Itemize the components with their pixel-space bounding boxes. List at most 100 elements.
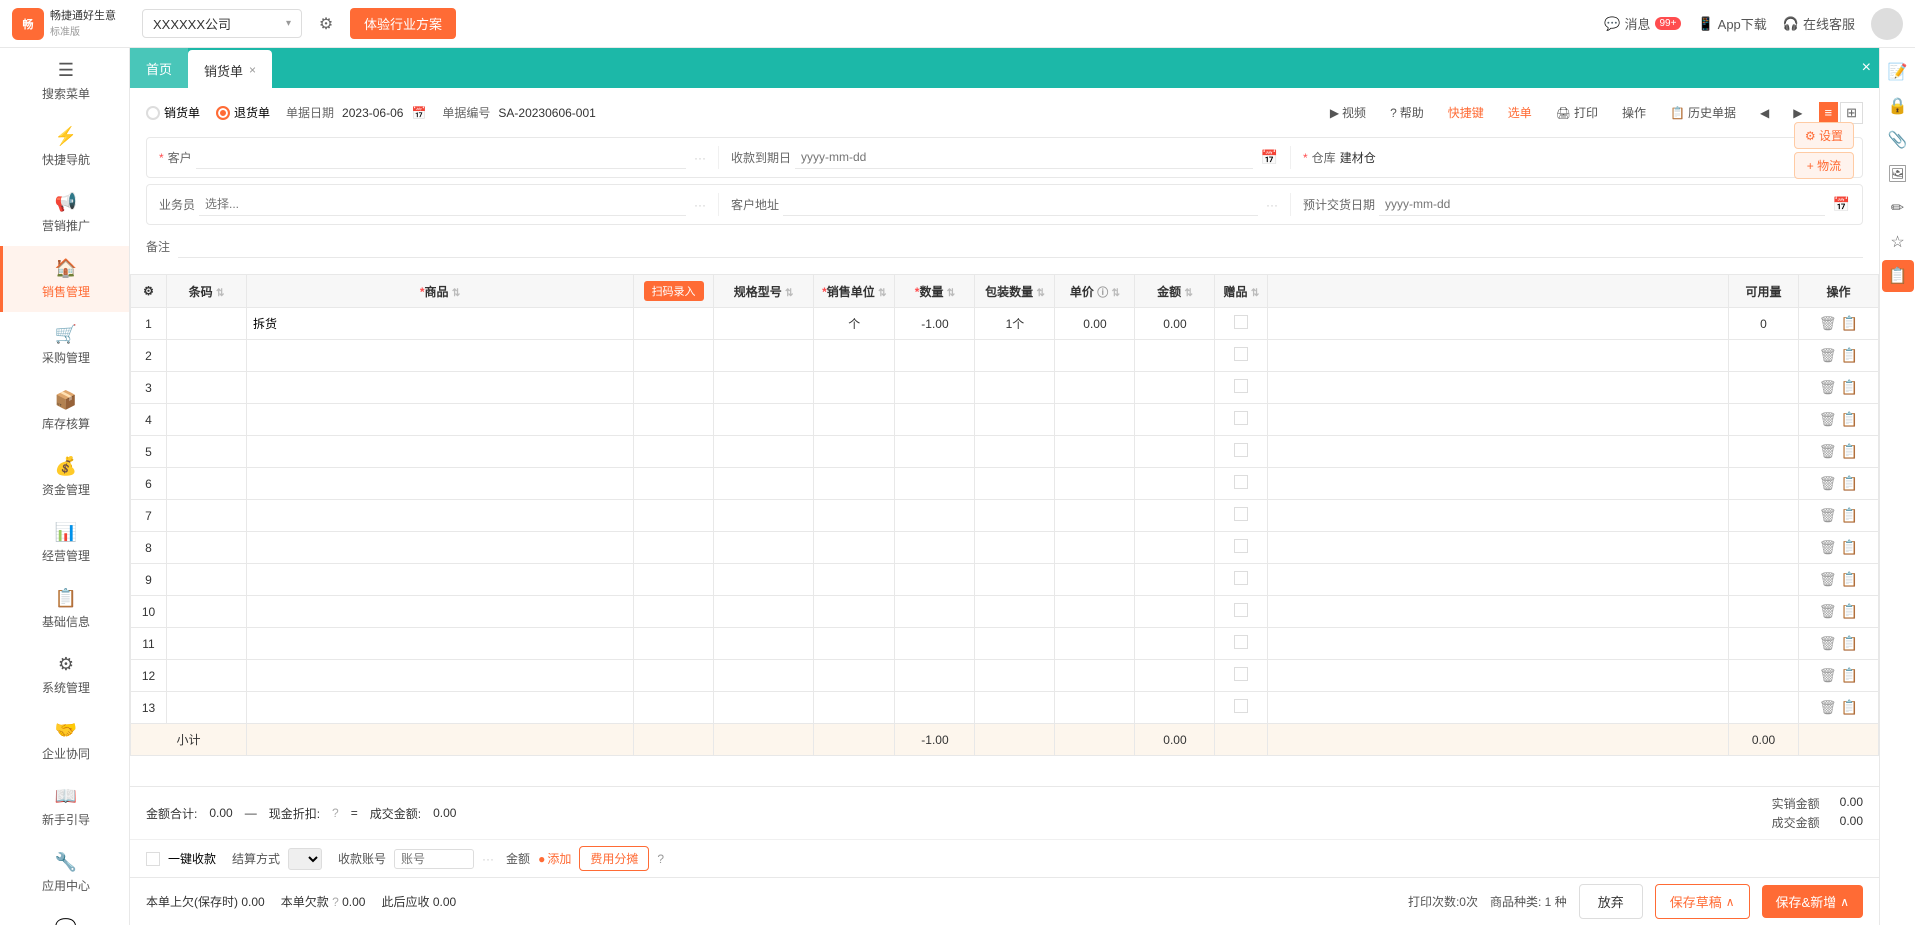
sidebar-item-operations[interactable]: 📊 经营管理 (0, 510, 129, 576)
delivery-calendar-icon[interactable]: 📅 (1833, 196, 1850, 213)
cell-amount[interactable] (1135, 340, 1215, 372)
sidebar-item-system[interactable]: ⚙ 系统管理 (0, 642, 129, 708)
cell-qty[interactable] (895, 532, 975, 564)
cell-product[interactable] (247, 372, 634, 404)
cell-pkg-qty[interactable] (975, 372, 1055, 404)
cell-amount[interactable] (1135, 596, 1215, 628)
copy-row-btn[interactable]: 📋 (1841, 571, 1858, 588)
toolbar-operate-btn[interactable]: 操作 (1614, 100, 1654, 125)
cell-unit[interactable] (814, 660, 895, 692)
cell-gift[interactable] (1215, 372, 1268, 404)
radio-return[interactable]: 退货单 (216, 104, 270, 121)
cell-product[interactable] (247, 468, 634, 500)
delete-row-btn[interactable]: 🗑 (1819, 699, 1837, 716)
sidebar-item-appstore[interactable]: 🔧 应用中心 (0, 840, 129, 906)
toolbar-video-btn[interactable]: ▶ 视频 (1322, 100, 1374, 125)
cell-qty[interactable] (895, 596, 975, 628)
account-dots-btn[interactable]: ··· (482, 852, 494, 866)
cell-barcode[interactable] (167, 340, 247, 372)
cell-unit[interactable]: 个 (814, 308, 895, 340)
cell-gift[interactable] (1215, 596, 1268, 628)
cell-spec[interactable] (714, 532, 814, 564)
cell-qty[interactable]: -1.00 (895, 308, 975, 340)
cell-barcode[interactable] (167, 564, 247, 596)
messages-button[interactable]: 💬 消息 99+ (1604, 14, 1681, 33)
tab-home[interactable]: 首页 (130, 48, 188, 88)
cell-barcode[interactable] (167, 308, 247, 340)
cell-price[interactable] (1055, 564, 1135, 596)
cell-barcode[interactable] (167, 596, 247, 628)
cell-spec[interactable] (714, 372, 814, 404)
cell-qty[interactable] (895, 372, 975, 404)
cell-gift[interactable] (1215, 532, 1268, 564)
account-input[interactable] (394, 849, 474, 869)
cell-amount[interactable] (1135, 564, 1215, 596)
cell-unit[interactable] (814, 596, 895, 628)
delete-row-btn[interactable]: 🗑 (1819, 475, 1837, 492)
copy-row-btn[interactable]: 📋 (1841, 539, 1858, 556)
cell-qty[interactable] (895, 660, 975, 692)
cell-unit[interactable] (814, 532, 895, 564)
th-settings[interactable]: ⚙ (131, 275, 167, 308)
radio-sale[interactable]: 销货单 (146, 104, 200, 121)
cell-pkg-qty[interactable] (975, 692, 1055, 724)
cell-qty[interactable] (895, 404, 975, 436)
trial-button[interactable]: 体验行业方案 (350, 8, 456, 39)
cell-price[interactable] (1055, 340, 1135, 372)
remark-input[interactable] (178, 235, 1863, 258)
cell-product[interactable] (247, 404, 634, 436)
sidebar-item-enterprise[interactable]: 🤝 企业协同 (0, 708, 129, 774)
cell-spec[interactable] (714, 596, 814, 628)
toolbar-history-btn[interactable]: 📋 历史单据 (1662, 100, 1744, 125)
save-new-button[interactable]: 保存&新增 ∧ (1762, 885, 1863, 918)
sidebar-item-inventory[interactable]: 📦 库存核算 (0, 378, 129, 444)
right-icon-note[interactable]: 📝 (1882, 56, 1914, 88)
cell-gift[interactable] (1215, 564, 1268, 596)
cell-price[interactable] (1055, 436, 1135, 468)
cell-unit[interactable] (814, 628, 895, 660)
online-service-button[interactable]: 🎧 在线客服 (1783, 14, 1855, 33)
cell-price[interactable] (1055, 468, 1135, 500)
cell-price[interactable] (1055, 404, 1135, 436)
delete-row-btn[interactable]: 🗑 (1819, 667, 1837, 684)
cell-spec[interactable] (714, 500, 814, 532)
cell-price[interactable] (1055, 532, 1135, 564)
delete-row-btn[interactable]: 🗑 (1819, 507, 1837, 524)
cell-product[interactable] (247, 660, 634, 692)
sidebar-item-search[interactable]: ☰ 搜索菜单 (0, 48, 129, 114)
cell-barcode[interactable] (167, 660, 247, 692)
quick-collect-checkbox[interactable] (146, 852, 160, 866)
cell-unit[interactable] (814, 692, 895, 724)
save-draft-button[interactable]: 保存草稿 ∧ (1655, 884, 1750, 919)
cell-pkg-qty[interactable]: 1个 (975, 308, 1055, 340)
view-list-btn[interactable]: ≡ (1819, 102, 1839, 124)
cell-qty[interactable] (895, 500, 975, 532)
cell-amount[interactable] (1135, 692, 1215, 724)
logistics-button[interactable]: + 物流 (1794, 152, 1854, 179)
cell-price[interactable] (1055, 596, 1135, 628)
cell-product[interactable] (247, 596, 634, 628)
copy-row-btn[interactable]: 📋 (1841, 635, 1858, 652)
cell-pkg-qty[interactable] (975, 628, 1055, 660)
cell-price[interactable]: 0.00 (1055, 308, 1135, 340)
cell-barcode[interactable] (167, 436, 247, 468)
delete-row-btn[interactable]: 🗑 (1819, 443, 1837, 460)
cell-barcode[interactable] (167, 692, 247, 724)
cell-amount[interactable] (1135, 436, 1215, 468)
th-scan[interactable]: 扫码录入 (634, 275, 714, 308)
cell-amount[interactable] (1135, 532, 1215, 564)
customer-input[interactable] (196, 146, 686, 169)
cell-unit[interactable] (814, 340, 895, 372)
debt-help-icon[interactable]: ? (332, 895, 339, 909)
discount-help-icon[interactable]: ? (332, 806, 339, 820)
customer-addr-input[interactable] (783, 193, 1258, 216)
cell-spec[interactable] (714, 404, 814, 436)
toolbar-help-btn[interactable]: ? 帮助 (1382, 100, 1432, 125)
cell-gift[interactable] (1215, 628, 1268, 660)
copy-row-btn[interactable]: 📋 (1841, 411, 1858, 428)
cell-price[interactable] (1055, 660, 1135, 692)
cell-pkg-qty[interactable] (975, 468, 1055, 500)
cell-spec[interactable] (714, 340, 814, 372)
tab-sale-order[interactable]: 销货单 × (188, 50, 272, 90)
prev-record-btn[interactable]: ◀ (1752, 102, 1777, 124)
